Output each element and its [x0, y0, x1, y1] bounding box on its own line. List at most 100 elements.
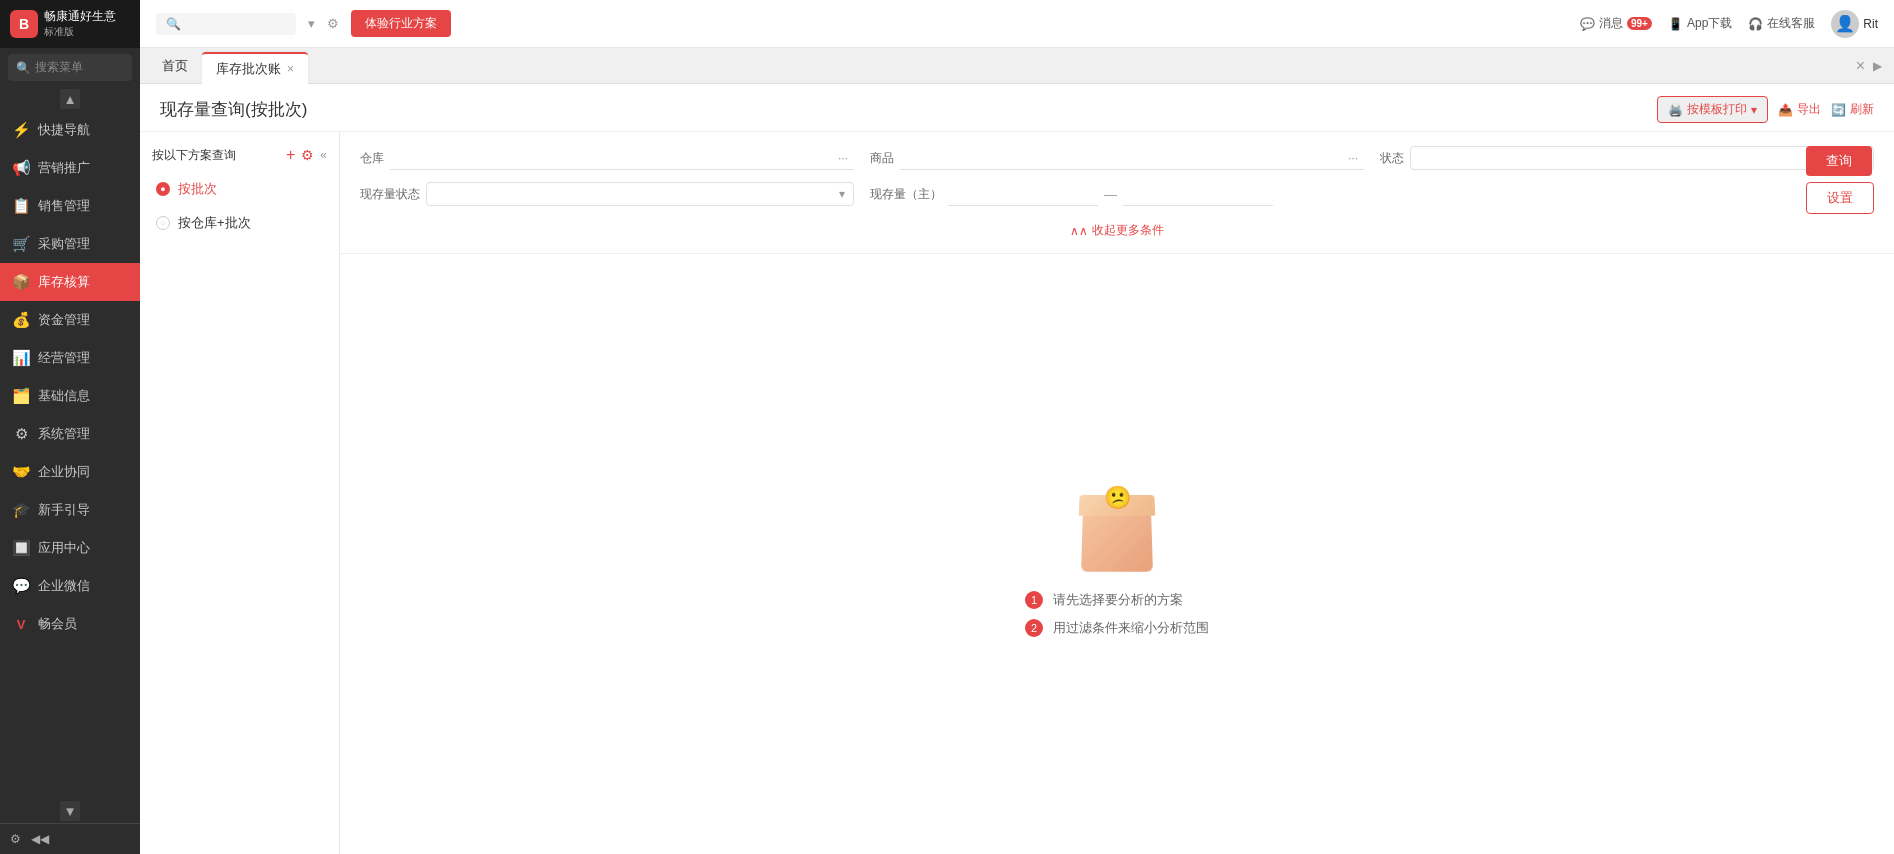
sidebar-header: B 畅康通好生意 标准版 [0, 0, 140, 48]
sidebar-item-label: 资金管理 [38, 311, 90, 329]
sidebar-item-guide[interactable]: 🎓 新手引导 [0, 491, 140, 529]
step-2-label: 用过滤条件来缩小分析范围 [1053, 619, 1209, 637]
filter-row-2: 现存量状态 ▾ 现存量（主） — [360, 182, 1874, 206]
topbar-dropdown-btn[interactable]: ▾ [308, 16, 315, 31]
query-buttons: 查询 设置 [1806, 146, 1874, 214]
sidebar-item-label: 企业微信 [38, 577, 90, 595]
content-area: 现存量查询(按批次) 🖨️ 按模板打印 ▾ 📤 导出 🔄 刷新 [140, 84, 1894, 854]
scroll-down-button[interactable]: ▼ [60, 801, 80, 821]
inventory-status-select[interactable]: ▾ [426, 182, 854, 206]
online-service-label: 在线客服 [1767, 15, 1815, 32]
headset-icon: 🎧 [1748, 17, 1763, 31]
query-btn[interactable]: 查询 [1806, 146, 1872, 176]
sidebar-item-appstore[interactable]: 🔲 应用中心 [0, 529, 140, 567]
scheme-label: 按仓库+批次 [178, 214, 251, 232]
add-scheme-btn[interactable]: + [286, 146, 295, 164]
main-area: 🔍 ▾ ⚙ 体验行业方案 💬 消息 99+ 📱 App下载 🎧 在线客服 👤 [140, 0, 1894, 854]
collapse-left-panel-btn[interactable]: « [320, 148, 327, 162]
sidebar-item-member[interactable]: V 畅会员 [0, 605, 140, 643]
guide-icon: 🎓 [12, 501, 30, 519]
empty-step-2: 2 用过滤条件来缩小分析范围 [1025, 619, 1209, 637]
trial-btn[interactable]: 体验行业方案 [351, 10, 451, 37]
filter-inventory-qty: 现存量（主） — [870, 183, 1364, 206]
sidebar-item-finance[interactable]: 💰 资金管理 [0, 301, 140, 339]
empty-box [1081, 512, 1153, 572]
sidebar-item-quicknav[interactable]: ⚡ 快捷导航 [0, 111, 140, 149]
app-download-label: App下载 [1687, 15, 1732, 32]
close-panel-btn[interactable]: × [1852, 53, 1869, 79]
sales-icon: 📋 [12, 197, 30, 215]
print-btn[interactable]: 🖨️ 按模板打印 ▾ [1657, 96, 1768, 123]
appstore-icon: 🔲 [12, 539, 30, 557]
user-avatar-btn[interactable]: 👤 Rit [1831, 10, 1878, 38]
operations-icon: 📊 [12, 349, 30, 367]
corpwx-icon: 💬 [12, 577, 30, 595]
filter-inventory-status: 现存量状态 ▾ [360, 182, 854, 206]
qty-range: — [948, 183, 1273, 206]
sidebar-item-corpwx[interactable]: 💬 企业微信 [0, 567, 140, 605]
status-select[interactable]: ▾ [1410, 146, 1874, 170]
username-label: Rit [1863, 17, 1878, 31]
product-input[interactable]: ··· [900, 147, 1364, 170]
member-icon: V [12, 617, 30, 632]
messages-label: 消息 [1599, 15, 1623, 32]
sidebar-item-label: 经营管理 [38, 349, 90, 367]
qty-range-from[interactable] [948, 183, 1098, 206]
export-btn[interactable]: 📤 导出 [1778, 101, 1821, 118]
sidebar-item-system[interactable]: ⚙ 系统管理 [0, 415, 140, 453]
sidebar-item-marketing[interactable]: 📢 营销推广 [0, 149, 140, 187]
warehouse-dots[interactable]: ··· [838, 151, 848, 165]
search-icon: 🔍 [16, 61, 31, 75]
topbar: 🔍 ▾ ⚙ 体验行业方案 💬 消息 99+ 📱 App下载 🎧 在线客服 👤 [140, 0, 1894, 48]
search-label: 搜索菜单 [35, 59, 83, 76]
sidebar-item-purchase[interactable]: 🛒 采购管理 [0, 225, 140, 263]
purchase-icon: 🛒 [12, 235, 30, 253]
topbar-search-icon: 🔍 [166, 17, 181, 31]
sidebar-item-label: 销售管理 [38, 197, 90, 215]
scroll-up-button[interactable]: ▲ [60, 89, 80, 109]
app-download-btn[interactable]: 📱 App下载 [1668, 15, 1732, 32]
left-panel: 按以下方案查询 + ⚙ « ● 按批次 ○ 按仓库+批次 [140, 132, 340, 854]
sidebar-item-label: 企业协同 [38, 463, 90, 481]
collapse-sidebar-btn[interactable]: ◀◀ [31, 832, 49, 846]
sidebar-item-enterprise[interactable]: 🤝 企业协同 [0, 453, 140, 491]
left-panel-title: 按以下方案查询 [152, 147, 236, 164]
scheme-item-warehouse-batch[interactable]: ○ 按仓库+批次 [140, 206, 339, 240]
collapse-filters-btn[interactable]: ∧∧ 收起更多条件 [360, 218, 1874, 243]
settings-btn[interactable]: 设置 [1806, 182, 1874, 214]
refresh-btn[interactable]: 🔄 刷新 [1831, 101, 1874, 118]
empty-illustration: 😕 [1067, 471, 1167, 571]
panel-expand-btn[interactable]: ▶ [1869, 55, 1886, 77]
print-icon: 🖨️ [1668, 103, 1683, 117]
scheme-item-batch[interactable]: ● 按批次 [140, 172, 339, 206]
empty-face-icon: 😕 [1104, 485, 1131, 511]
product-dots[interactable]: ··· [1348, 151, 1358, 165]
topbar-settings-btn[interactable]: ⚙ [327, 16, 339, 31]
sidebar-item-operations[interactable]: 📊 经营管理 [0, 339, 140, 377]
basic-icon: 🗂️ [12, 387, 30, 405]
qty-range-to[interactable] [1123, 183, 1273, 206]
online-service-btn[interactable]: 🎧 在线客服 [1748, 15, 1815, 32]
sidebar-item-basic[interactable]: 🗂️ 基础信息 [0, 377, 140, 415]
sidebar-item-label: 库存核算 [38, 273, 90, 291]
topbar-search-box[interactable]: 🔍 [156, 13, 296, 35]
inventory-status-arrow: ▾ [839, 187, 845, 201]
settings-footer-btn[interactable]: ⚙ [10, 832, 21, 846]
warehouse-input[interactable]: ··· [390, 147, 854, 170]
messages-btn[interactable]: 💬 消息 99+ [1580, 15, 1652, 32]
inventory-qty-label: 现存量（主） [870, 186, 942, 203]
sidebar-item-sales[interactable]: 📋 销售管理 [0, 187, 140, 225]
collapse-up-icon: ∧∧ [1070, 224, 1088, 238]
scheme-settings-btn[interactable]: ⚙ [301, 147, 314, 163]
sidebar-search[interactable]: 🔍 搜索菜单 [8, 54, 132, 81]
tab-batch-inventory[interactable]: 库存批次账 × [202, 52, 308, 84]
tab-close-btn[interactable]: × [287, 53, 294, 85]
sidebar-footer: ⚙ ◀◀ [0, 823, 140, 854]
page-actions: 🖨️ 按模板打印 ▾ 📤 导出 🔄 刷新 [1657, 96, 1874, 123]
sidebar-item-label: 系统管理 [38, 425, 90, 443]
sidebar-item-inventory[interactable]: 📦 库存核算 [0, 263, 140, 301]
tab-home[interactable]: 首页 [148, 48, 202, 84]
collapse-label: 收起更多条件 [1092, 222, 1164, 239]
filter-warehouse: 仓库 ··· [360, 147, 854, 170]
sidebar-item-label: 畅会员 [38, 615, 77, 633]
